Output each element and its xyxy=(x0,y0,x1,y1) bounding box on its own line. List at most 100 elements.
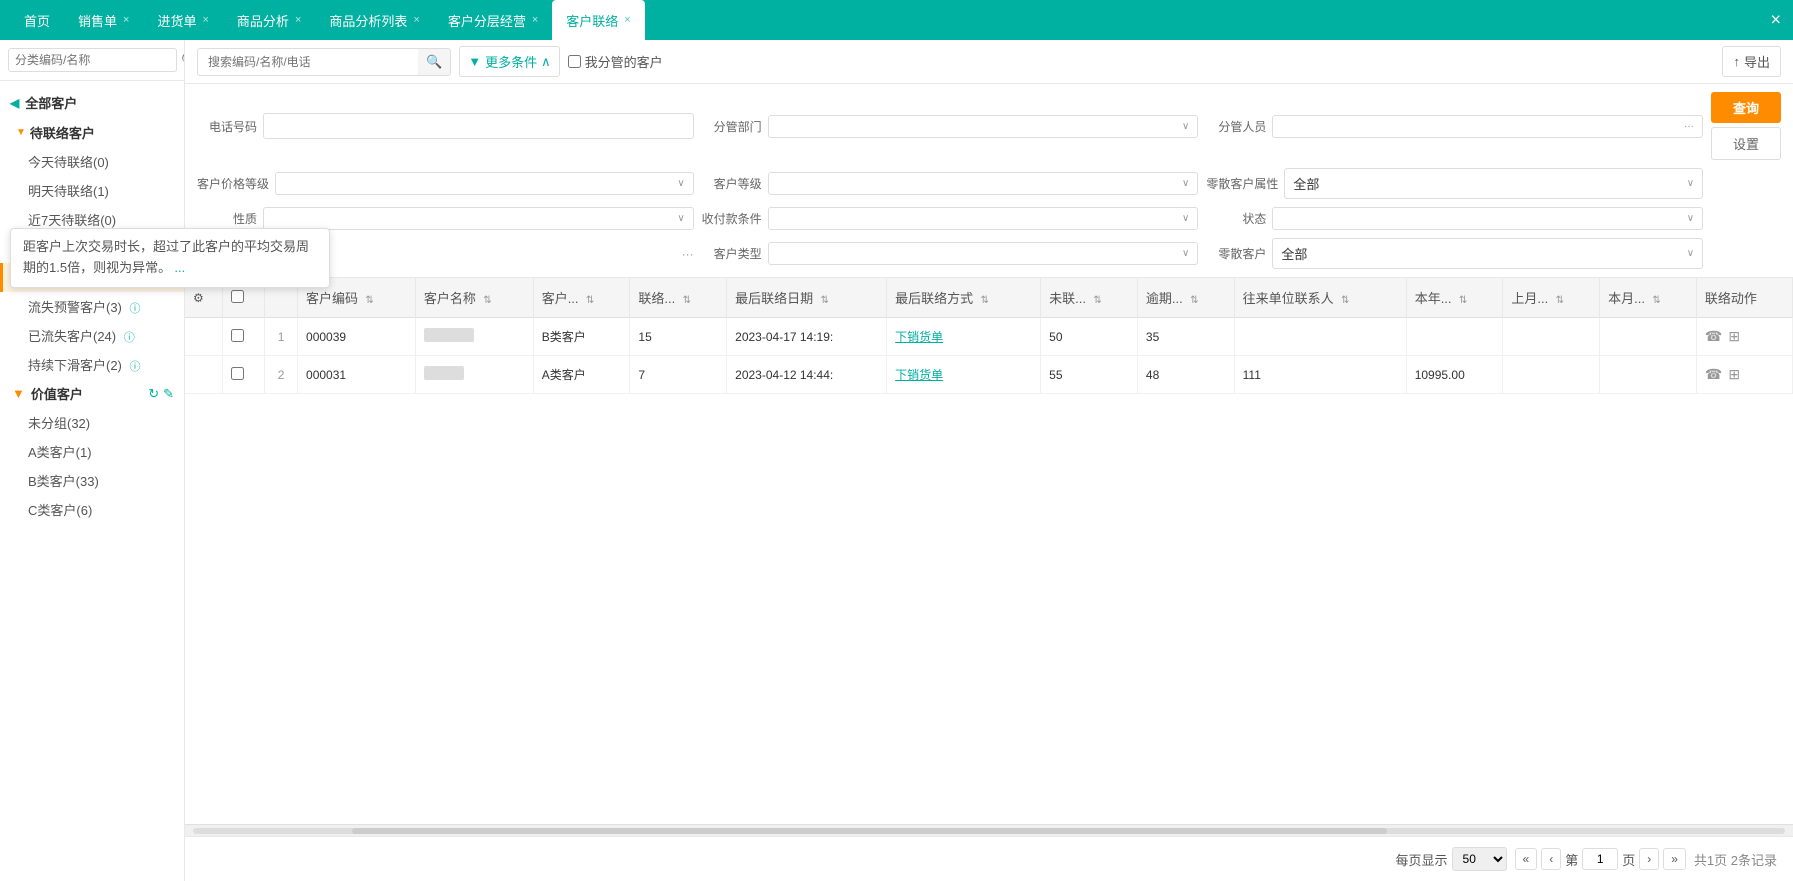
last-method-sort-icon[interactable]: ⇅ xyxy=(981,295,989,306)
row2-check[interactable] xyxy=(223,356,265,394)
sidebar-churned[interactable]: 已流失客户(24) ⓘ xyxy=(0,321,184,350)
close-sales-tab[interactable]: × xyxy=(123,14,129,26)
col-name[interactable]: 客户名称 ⇅ xyxy=(415,278,533,318)
retail-attr-select[interactable]: 全部 ∨ xyxy=(1284,168,1703,199)
contact-sort-icon[interactable]: ⇅ xyxy=(683,295,691,306)
dept-select[interactable]: ∨ xyxy=(768,115,1199,138)
row2-last-method[interactable]: 下销货单 xyxy=(887,356,1041,394)
col-last-month[interactable]: 上月... ⇅ xyxy=(1503,278,1600,318)
code-sort-icon[interactable]: ⇅ xyxy=(365,295,373,306)
sidebar-tomorrow-contact[interactable]: 明天待联络(1) xyxy=(0,176,184,205)
close-customer-tier-tab[interactable]: × xyxy=(532,14,538,26)
next-page-btn[interactable]: › xyxy=(1639,848,1659,870)
customer-level-label: 客户等级 xyxy=(702,175,762,192)
close-purchase-tab[interactable]: × xyxy=(202,14,208,26)
page-size-select-input[interactable]: 50 20 100 xyxy=(1452,847,1507,871)
my-customer-checkbox[interactable] xyxy=(568,55,581,68)
manager-select[interactable]: ··· xyxy=(1272,115,1703,138)
sidebar-a-class[interactable]: A类客户(1) xyxy=(0,437,184,466)
nav-customer-contact[interactable]: 客户联络 × xyxy=(552,0,644,40)
row1-more-icon[interactable]: ⊞ xyxy=(1728,328,1740,345)
customer-level-select[interactable]: ∨ xyxy=(768,172,1199,195)
row2-checkbox[interactable] xyxy=(231,367,244,380)
main-search-icon[interactable]: 🔍 xyxy=(418,49,450,75)
sidebar-c-class[interactable]: C类客户(6) xyxy=(0,495,184,524)
this-month-sort-icon[interactable]: ⇅ xyxy=(1652,295,1660,306)
col-contact-person[interactable]: 往来单位联系人 ⇅ xyxy=(1234,278,1406,318)
sidebar-unclassified[interactable]: 未分组(32) xyxy=(0,408,184,437)
current-page-input[interactable] xyxy=(1582,848,1618,870)
sidebar-churn-warning[interactable]: 流失预警客户(3) ⓘ xyxy=(0,292,184,321)
sidebar-today-contact[interactable]: 今天待联络(0) xyxy=(0,147,184,176)
sidebar-search-input[interactable] xyxy=(8,48,177,72)
right-content: 🔍 ▼ 更多条件 ∧ 我分管的客户 ↑ 导出 电话号码 xyxy=(185,40,1793,881)
refresh-icon[interactable]: ↻ xyxy=(148,386,159,402)
row2-more-icon[interactable]: ⊞ xyxy=(1728,366,1740,383)
nav-customer-tier[interactable]: 客户分层经营 × xyxy=(434,0,552,40)
more-conditions-btn[interactable]: ▼ 更多条件 ∧ xyxy=(459,46,559,77)
col-pending[interactable]: 未联... ⇅ xyxy=(1041,278,1138,318)
close-product-analysis-tab[interactable]: × xyxy=(295,14,301,26)
select-all-checkbox[interactable] xyxy=(231,290,244,303)
query-button[interactable]: 查询 xyxy=(1711,92,1781,123)
pending-sort-icon[interactable]: ⇅ xyxy=(1093,295,1101,306)
settings-button[interactable]: 设置 xyxy=(1711,127,1781,160)
overdue-sort-icon[interactable]: ⇅ xyxy=(1190,295,1198,306)
row1-checkbox[interactable] xyxy=(231,329,244,342)
export-btn[interactable]: ↑ 导出 xyxy=(1722,46,1781,77)
price-level-chev: ∨ xyxy=(677,178,684,189)
filter-bar: 🔍 ▼ 更多条件 ∧ 我分管的客户 ↑ 导出 xyxy=(185,40,1793,84)
pending-contact-header[interactable]: ▼ 待联络客户 xyxy=(0,118,184,147)
payment-select[interactable]: ∨ xyxy=(768,207,1199,230)
prev-page-btn[interactable]: ‹ xyxy=(1541,848,1561,870)
nav-product-analysis-list[interactable]: 商品分析列表 × xyxy=(315,0,433,40)
col-last-date[interactable]: 最后联络日期 ⇅ xyxy=(727,278,887,318)
row1-last-method[interactable]: 下销货单 xyxy=(887,318,1041,356)
filter-more-btn[interactable]: ··· xyxy=(682,247,694,261)
row2-code[interactable]: 000031 xyxy=(298,356,416,394)
row1-name[interactable] xyxy=(415,318,533,356)
close-window-button[interactable]: × xyxy=(1770,10,1781,31)
retail-customer-select[interactable]: 全部 ∨ xyxy=(1272,238,1703,269)
edit-icon[interactable]: ✎ xyxy=(163,386,174,402)
row2-name[interactable] xyxy=(415,356,533,394)
main-search-input[interactable] xyxy=(198,50,418,74)
price-level-select[interactable]: ∨ xyxy=(275,172,694,195)
customer-type-select[interactable]: ∨ xyxy=(768,242,1199,265)
nav-sales[interactable]: 销售单 × xyxy=(64,0,143,40)
nav-purchase[interactable]: 进货单 × xyxy=(143,0,222,40)
category-sort-icon[interactable]: ⇅ xyxy=(586,295,594,306)
last-month-sort-icon[interactable]: ⇅ xyxy=(1556,295,1564,306)
name-sort-icon[interactable]: ⇅ xyxy=(483,295,491,306)
last-page-btn[interactable]: » xyxy=(1663,848,1686,870)
my-customer-check[interactable]: 我分管的客户 xyxy=(568,52,663,71)
col-category[interactable]: 客户... ⇅ xyxy=(533,278,630,318)
col-this-month[interactable]: 本月... ⇅ xyxy=(1600,278,1697,318)
last-date-sort-icon[interactable]: ⇅ xyxy=(821,295,829,306)
col-contact[interactable]: 联络... ⇅ xyxy=(630,278,727,318)
first-page-btn[interactable]: « xyxy=(1515,848,1538,870)
nav-home[interactable]: 首页 xyxy=(10,0,64,40)
horizontal-scrollbar[interactable] xyxy=(185,824,1793,836)
close-customer-contact-tab[interactable]: × xyxy=(624,14,630,26)
row1-contact-icon[interactable]: ☎ xyxy=(1705,328,1722,345)
nav-product-analysis[interactable]: 商品分析 × xyxy=(223,0,315,40)
status-select[interactable]: ∨ xyxy=(1272,207,1703,230)
row1-check[interactable] xyxy=(223,318,265,356)
row2-contact-icon[interactable]: ☎ xyxy=(1705,366,1722,383)
this-year-sort-icon[interactable]: ⇅ xyxy=(1459,295,1467,306)
value-customer-section[interactable]: ▼ 价值客户 ↻ ✎ xyxy=(0,379,184,408)
nature-select[interactable]: ∨ xyxy=(263,207,694,230)
scroll-thumb[interactable] xyxy=(352,828,1387,834)
row1-code[interactable]: 000039 xyxy=(298,318,416,356)
sidebar-declining[interactable]: 持续下滑客户(2) ⓘ xyxy=(0,350,184,379)
phone-input[interactable] xyxy=(263,113,694,139)
contact-person-sort-icon[interactable]: ⇅ xyxy=(1341,295,1349,306)
col-last-method[interactable]: 最后联络方式 ⇅ xyxy=(887,278,1041,318)
col-overdue[interactable]: 逾期... ⇅ xyxy=(1137,278,1234,318)
tooltip-more[interactable]: ... xyxy=(174,260,185,275)
sidebar-b-class[interactable]: B类客户(33) xyxy=(0,466,184,495)
col-this-year[interactable]: 本年... ⇅ xyxy=(1406,278,1503,318)
close-product-analysis-list-tab[interactable]: × xyxy=(413,14,419,26)
sidebar-all-customers[interactable]: ◀ 全部客户 xyxy=(0,87,184,118)
